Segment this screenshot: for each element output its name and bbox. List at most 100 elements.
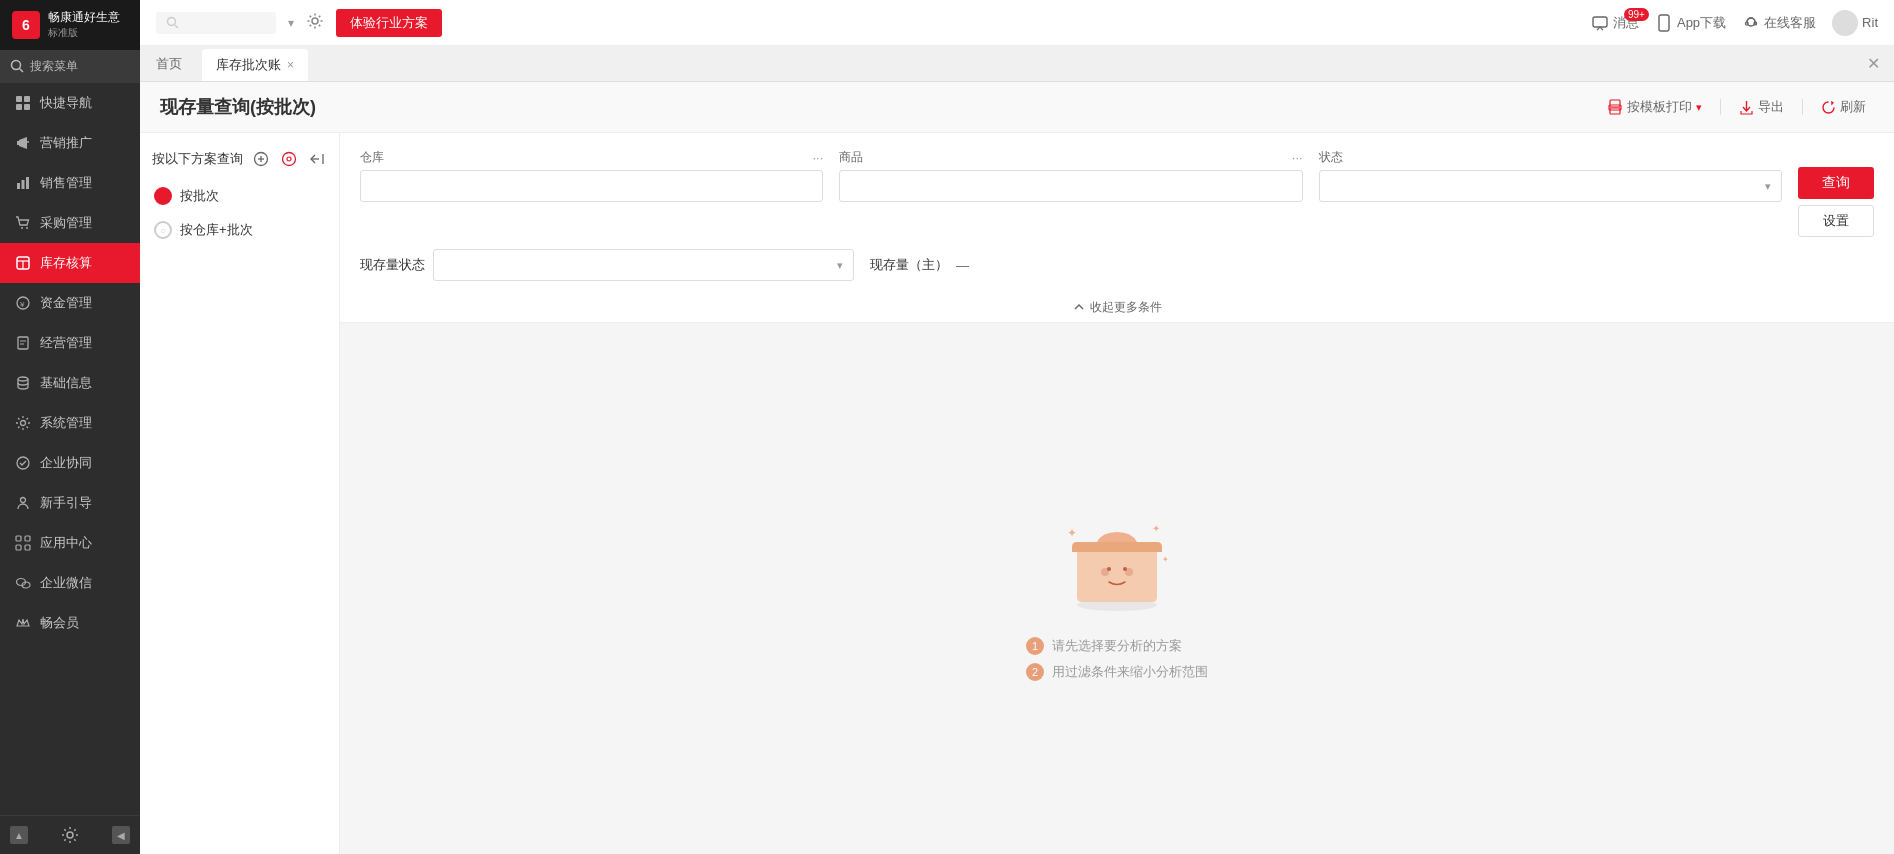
print-btn[interactable]: 按模板打印 ▾ (1599, 94, 1710, 120)
filter-product: 商品 ··· (839, 149, 1302, 202)
svg-rect-17 (18, 337, 28, 349)
status-label-text: 状态 (1319, 150, 1343, 164)
topbar-gear-icon[interactable] (306, 12, 324, 34)
sidebar-item-finance[interactable]: ¥ 资金管理 (0, 283, 140, 323)
sidebar-item-newbie[interactable]: 新手引导 (0, 483, 140, 523)
right-area: 仓库 ··· 商品 ··· (340, 133, 1894, 854)
report-icon (14, 334, 32, 352)
sidebar-item-system[interactable]: 系统管理 (0, 403, 140, 443)
product-label-text: 商品 (839, 149, 863, 166)
user-menu[interactable]: Rit (1832, 10, 1878, 36)
svg-point-22 (17, 457, 29, 469)
svg-text:✦: ✦ (1067, 526, 1077, 540)
plan-item-by-batch[interactable]: ● 按批次 (140, 179, 339, 213)
tabbar: 首页 库存批次账 × ✕ (140, 46, 1894, 82)
svg-rect-2 (16, 96, 22, 102)
sidebar-item-sales[interactable]: 销售管理 (0, 163, 140, 203)
tab-home[interactable]: 首页 (140, 46, 198, 81)
svg-point-30 (67, 832, 73, 838)
experience-industry-btn[interactable]: 体验行业方案 (336, 9, 442, 37)
print-icon (1607, 99, 1623, 115)
settings-btn[interactable]: 设置 (1798, 205, 1874, 237)
product-input-field[interactable] (850, 179, 1291, 194)
scroll-down-btn[interactable]: ◀ (112, 826, 130, 844)
warehouse-input-field[interactable] (371, 179, 812, 194)
nav-label-quick: 快捷导航 (40, 94, 92, 112)
sidebar-search[interactable]: 搜索菜单 (0, 50, 140, 83)
filter-status-label: 状态 (1319, 149, 1782, 166)
svg-point-31 (168, 18, 176, 26)
filter-section: 仓库 ··· 商品 ··· (340, 133, 1894, 323)
topbar-search-icon (166, 16, 179, 29)
sidebar-item-purchase[interactable]: 采购管理 (0, 203, 140, 243)
inventory-qty-label: 现存量（主） (870, 256, 948, 274)
svg-rect-40 (1610, 100, 1620, 107)
tab-inventory-batch[interactable]: 库存批次账 × (202, 49, 308, 81)
empty-illustration: ✦ ✦ ✦ (1047, 497, 1187, 617)
app-download-btn[interactable]: App下载 (1655, 14, 1726, 32)
tab-home-label: 首页 (156, 55, 182, 73)
product-input[interactable] (839, 170, 1302, 202)
nav-label-member: 畅会员 (40, 614, 79, 632)
svg-rect-7 (17, 183, 20, 189)
svg-line-1 (20, 69, 24, 73)
sidebar-item-inventory[interactable]: 库存核算 (0, 243, 140, 283)
warehouse-input[interactable] (360, 170, 823, 202)
sidebar-item-wechat[interactable]: 企业微信 (0, 563, 140, 603)
warehouse-more-btn[interactable]: ··· (812, 150, 823, 165)
filter-warehouse-label: 仓库 ··· (360, 149, 823, 166)
add-plan-btn[interactable] (251, 149, 271, 169)
plan-item-by-warehouse-batch[interactable]: ○ 按仓库+批次 (140, 213, 339, 247)
refresh-btn[interactable]: 刷新 (1813, 94, 1874, 120)
svg-rect-3 (24, 96, 30, 102)
grid-icon (14, 94, 32, 112)
svg-rect-24 (16, 536, 21, 541)
svg-text:¥: ¥ (19, 300, 25, 309)
inventory-status-select[interactable]: ▾ (433, 249, 854, 281)
sidebar-item-marketing[interactable]: 营销推广 (0, 123, 140, 163)
svg-rect-9 (26, 177, 29, 189)
topbar-search-input[interactable] (183, 16, 263, 30)
warehouse-label-text: 仓库 (360, 149, 384, 166)
tab-close-btn[interactable]: × (287, 58, 294, 72)
search-icon (10, 59, 24, 73)
collapse-filters-btn[interactable]: 收起更多条件 (360, 293, 1874, 322)
sidebar-item-enterprise[interactable]: 企业协同 (0, 443, 140, 483)
sidebar-item-quick[interactable]: 快捷导航 (0, 83, 140, 123)
scroll-up-btn[interactable]: ▲ (10, 826, 28, 844)
nav-label-finance: 资金管理 (40, 294, 92, 312)
collapse-panel-btn[interactable] (307, 149, 327, 169)
export-icon (1739, 100, 1754, 115)
sidebar-item-member[interactable]: 畅会员 (0, 603, 140, 643)
refresh-label: 刷新 (1840, 98, 1866, 116)
settings-footer-icon[interactable] (61, 826, 79, 844)
topbar: ▾ 体验行业方案 消息 99+ App下载 在线客服 Rit (140, 0, 1894, 46)
tab-close-page-btn[interactable]: ✕ (1853, 46, 1894, 81)
nav-label-newbie: 新手引导 (40, 494, 92, 512)
panel-title: 按以下方案查询 (152, 150, 243, 168)
svg-rect-27 (25, 545, 30, 550)
status-select[interactable]: ▾ (1319, 170, 1782, 202)
messages-btn[interactable]: 消息 99+ (1591, 14, 1639, 32)
nav-label-enterprise: 企业协同 (40, 454, 92, 472)
sidebar-item-operations[interactable]: 经营管理 (0, 323, 140, 363)
product-more-btn[interactable]: ··· (1292, 150, 1303, 165)
topbar-search-box[interactable] (156, 12, 276, 34)
collapse-icon (1072, 301, 1086, 315)
export-label: 导出 (1758, 98, 1784, 116)
phone-icon (1655, 14, 1673, 32)
panel-icons (251, 149, 327, 169)
sidebar-footer: ▲ ◀ (0, 815, 140, 854)
plan-settings-btn[interactable] (279, 149, 299, 169)
export-btn[interactable]: 导出 (1731, 94, 1792, 120)
nav-label-inventory: 库存核算 (40, 254, 92, 272)
svg-point-11 (26, 227, 28, 229)
sidebar-item-apps[interactable]: 应用中心 (0, 523, 140, 563)
query-btn[interactable]: 查询 (1798, 167, 1874, 199)
topbar-chevron-icon[interactable]: ▾ (288, 16, 294, 30)
sidebar-item-basic[interactable]: 基础信息 (0, 363, 140, 403)
print-dropdown-icon[interactable]: ▾ (1696, 101, 1702, 114)
tab-inventory-batch-label: 库存批次账 (216, 56, 281, 74)
online-service-btn[interactable]: 在线客服 (1742, 14, 1816, 32)
main-area: ▾ 体验行业方案 消息 99+ App下载 在线客服 Rit (140, 0, 1894, 854)
